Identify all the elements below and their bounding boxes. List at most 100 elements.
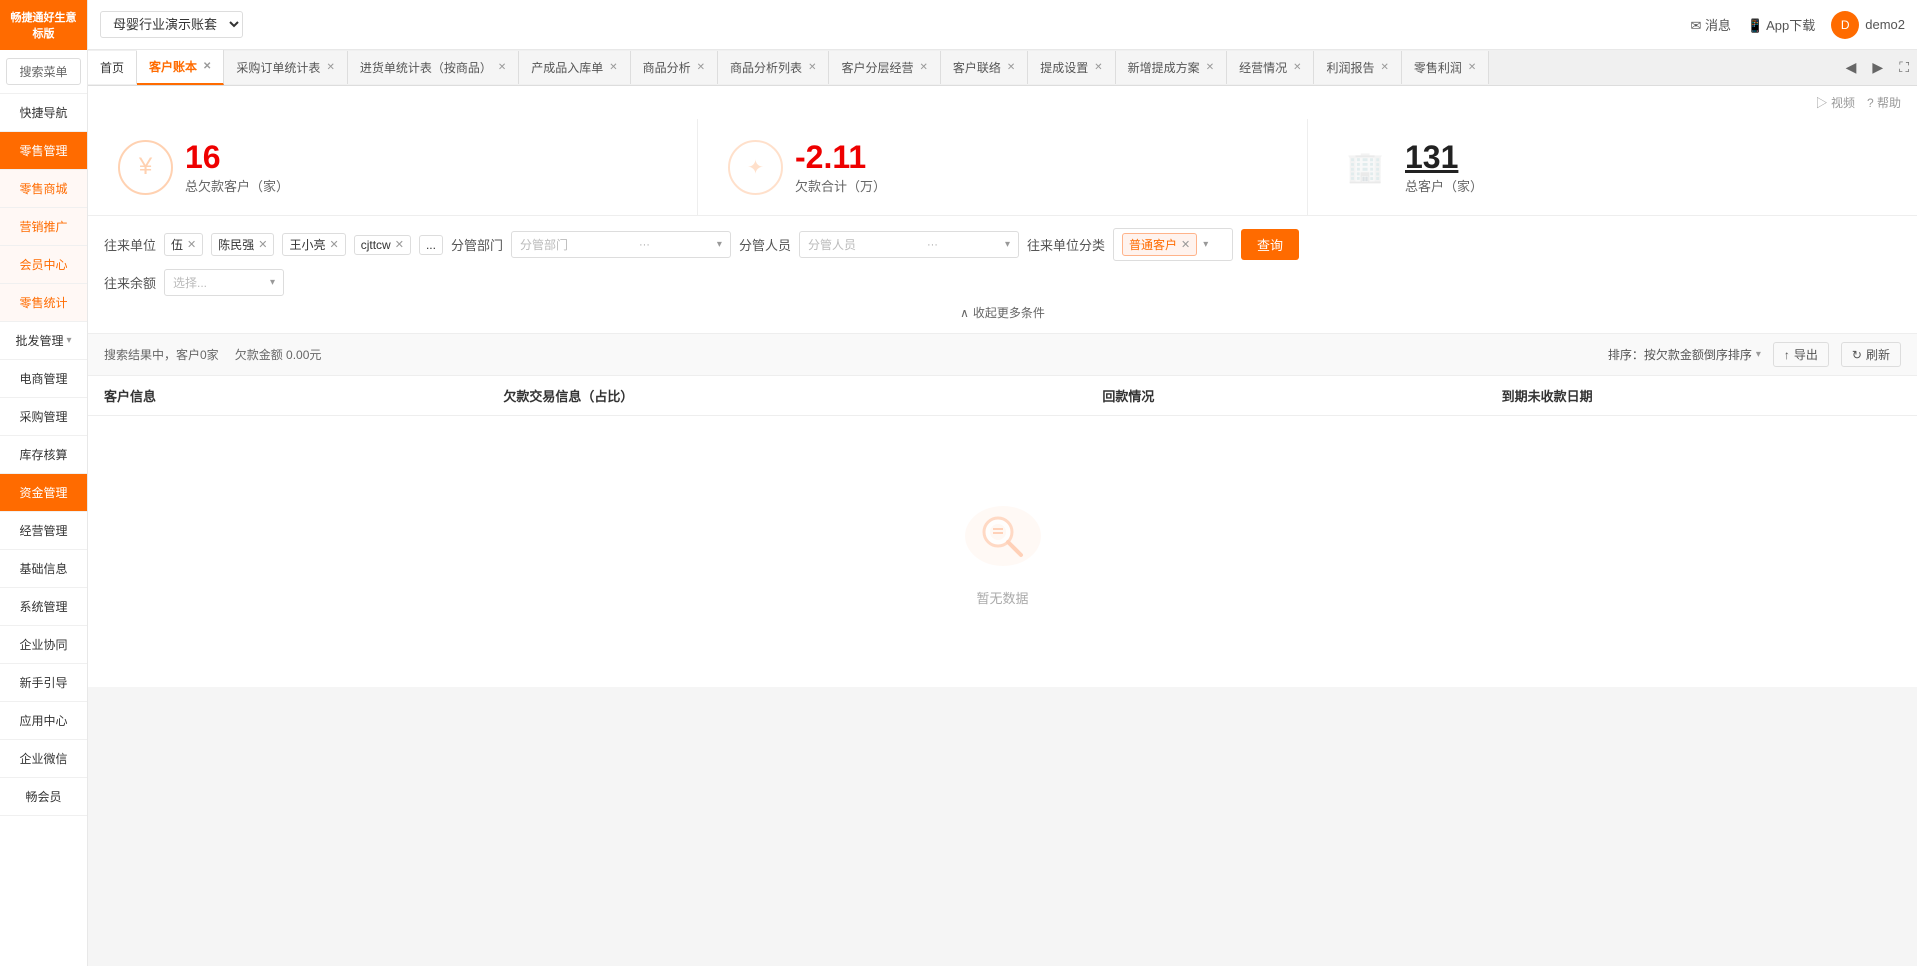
filter-tag-unit1[interactable]: 伍 ✕ xyxy=(164,233,203,256)
collapse-button[interactable]: ∧ 收起更多条件 xyxy=(104,304,1901,321)
sidebar-search[interactable]: 搜索菜单 xyxy=(0,50,87,94)
sidebar-item-marketing[interactable]: 营销推广 xyxy=(0,208,87,246)
tab-close-icon[interactable]: ✕ xyxy=(203,61,211,72)
refresh-button[interactable]: ↻ 刷新 xyxy=(1841,342,1901,367)
account-selector[interactable]: 母婴行业演示账套 xyxy=(100,11,243,38)
tab-close-icon[interactable]: ✕ xyxy=(1206,62,1214,73)
tab-customer-layer[interactable]: 客户分层经营 ✕ xyxy=(829,51,940,84)
tab-close-icon[interactable]: ✕ xyxy=(326,62,334,73)
card-credit-amount: ✦ -2.11 欠款合计（万） xyxy=(698,119,1308,215)
balance-placeholder: 选择... xyxy=(173,274,207,291)
tabs-expand[interactable]: ⛶ xyxy=(1891,53,1917,82)
sidebar-item-label: 新手引导 xyxy=(19,676,67,690)
filter-row-2: 往来余额 选择... ▾ xyxy=(104,269,1901,296)
help-label: 帮助 xyxy=(1877,96,1901,110)
sidebar-item-enterprise[interactable]: 企业协同 xyxy=(0,626,87,664)
query-button[interactable]: 查询 xyxy=(1241,229,1299,260)
tab-close-icon[interactable]: ✕ xyxy=(919,62,927,73)
tab-close-icon[interactable]: ✕ xyxy=(1381,62,1389,73)
col-credit-info: 欠款交易信息（占比） xyxy=(503,386,1102,405)
tabs-scroll-left[interactable]: ◀ xyxy=(1838,53,1865,82)
remove-tag-icon[interactable]: ✕ xyxy=(187,238,196,251)
tab-product-analysis-list[interactable]: 商品分析列表 ✕ xyxy=(718,51,829,84)
person-select[interactable]: 分管人员 ··· ▾ xyxy=(799,231,1019,258)
sidebar-item-new-guide[interactable]: 新手引导 xyxy=(0,664,87,702)
sidebar-item-wholesale-mgmt[interactable]: 批发管理 ▾ xyxy=(0,322,87,360)
sidebar-item-label: 电商管理 xyxy=(19,372,67,386)
tab-product-analysis[interactable]: 商品分析 ✕ xyxy=(631,51,718,84)
app-download-link[interactable]: 📱 App下载 xyxy=(1747,15,1815,34)
tag-text: 陈民强 xyxy=(218,236,254,253)
filter-row-1: 往来单位 伍 ✕ 陈民强 ✕ 王小亮 ✕ cjttcw xyxy=(104,228,1901,261)
sidebar-item-app-center[interactable]: 应用中心 xyxy=(0,702,87,740)
dept-filter-label: 分管部门 xyxy=(451,235,503,254)
tab-retail-profit[interactable]: 零售利润 ✕ xyxy=(1402,51,1489,84)
tab-product-inbound[interactable]: 产成品入库单 ✕ xyxy=(519,51,630,84)
tab-ops-status[interactable]: 经营情况 ✕ xyxy=(1227,51,1314,84)
chevron-down-icon: ▾ xyxy=(1005,239,1010,250)
user-profile[interactable]: D demo2 xyxy=(1831,11,1905,39)
remove-tag-icon[interactable]: ✕ xyxy=(330,238,339,251)
question-icon: ? xyxy=(1867,96,1877,110)
sidebar-item-ops-mgmt[interactable]: 经营管理 xyxy=(0,512,87,550)
tab-raise-settings[interactable]: 提成设置 ✕ xyxy=(1028,51,1115,84)
logo-text-line1: 畅捷通好生意 xyxy=(11,9,77,25)
filter-tag-more[interactable]: ... xyxy=(419,235,443,255)
tab-close-icon[interactable]: ✕ xyxy=(498,62,506,73)
sidebar-item-ecommerce[interactable]: 电商管理 xyxy=(0,360,87,398)
tab-close-icon[interactable]: ✕ xyxy=(609,62,617,73)
tab-new-raise-plan[interactable]: 新增提成方案 ✕ xyxy=(1116,51,1227,84)
tab-home[interactable]: 首页 xyxy=(88,51,137,84)
export-button[interactable]: ↑ 导出 xyxy=(1773,342,1829,367)
sidebar-item-inventory[interactable]: 库存核算 xyxy=(0,436,87,474)
sort-select[interactable]: 排序：按欠款金额倒序排序 ▾ xyxy=(1608,346,1761,363)
tab-close-icon[interactable]: ✕ xyxy=(1468,62,1476,73)
tabs-scroll-right[interactable]: ▶ xyxy=(1864,53,1891,82)
play-icon: ▷ xyxy=(1816,96,1831,110)
sidebar-item-vip[interactable]: 畅会员 xyxy=(0,778,87,816)
export-label: 导出 xyxy=(1794,346,1818,363)
tab-label: 利润报告 xyxy=(1326,59,1374,76)
sidebar-item-member[interactable]: 会员中心 xyxy=(0,246,87,284)
sidebar-item-retail-mgmt[interactable]: 零售管理 xyxy=(0,132,87,170)
sidebar-item-quick-nav[interactable]: 快捷导航 xyxy=(0,94,87,132)
sidebar-item-finance[interactable]: 资金管理 xyxy=(0,474,87,512)
search-menu-button[interactable]: 搜索菜单 xyxy=(6,58,81,85)
video-help-link[interactable]: ▷ 视频 xyxy=(1816,94,1855,111)
message-link[interactable]: ✉ 消息 xyxy=(1690,15,1731,34)
sidebar-item-wechat[interactable]: 企业微信 xyxy=(0,740,87,778)
col-customer-info: 客户信息 xyxy=(104,386,503,405)
tab-customer-contact[interactable]: 客户联络 ✕ xyxy=(941,51,1028,84)
search-result-text: 搜索结果中，客户0家 xyxy=(104,346,219,363)
tab-label: 商品分析 xyxy=(643,59,691,76)
remove-tag-icon[interactable]: ✕ xyxy=(395,238,404,251)
logo-text-line2: 标版 xyxy=(33,25,55,41)
sidebar-item-retail-mall[interactable]: 零售商城 xyxy=(0,170,87,208)
sidebar-item-retail-stats[interactable]: 零售统计 xyxy=(0,284,87,322)
classify-tag[interactable]: 普通客户 ✕ xyxy=(1122,233,1197,256)
help-link[interactable]: ? 帮助 xyxy=(1867,94,1901,111)
tab-close-icon[interactable]: ✕ xyxy=(1293,62,1301,73)
person-filter-label: 分管人员 xyxy=(739,235,791,254)
sidebar-item-basic-info[interactable]: 基础信息 xyxy=(0,550,87,588)
app-logo: 畅捷通好生意 标版 xyxy=(0,0,87,50)
tab-purchase-order-stats[interactable]: 采购订单统计表 ✕ xyxy=(224,51,347,84)
tab-customer-book[interactable]: 客户账本 ✕ xyxy=(137,50,224,85)
filter-tag-unit2[interactable]: 陈民强 ✕ xyxy=(211,233,274,256)
tab-close-icon[interactable]: ✕ xyxy=(1094,62,1102,73)
filter-tag-unit3[interactable]: 王小亮 ✕ xyxy=(282,233,345,256)
tab-profit-report[interactable]: 利润报告 ✕ xyxy=(1314,51,1401,84)
tab-close-icon[interactable]: ✕ xyxy=(697,62,705,73)
filter-tag-unit4[interactable]: cjttcw ✕ xyxy=(354,235,411,255)
sidebar-item-sys-mgmt[interactable]: 系统管理 xyxy=(0,588,87,626)
tab-close-icon[interactable]: ✕ xyxy=(808,62,816,73)
remove-classify-icon[interactable]: ✕ xyxy=(1181,238,1190,251)
unit-classify-select[interactable]: 普通客户 ✕ ▾ xyxy=(1113,228,1233,261)
remove-tag-icon[interactable]: ✕ xyxy=(258,238,267,251)
chevron-down-icon: ▾ xyxy=(1756,349,1761,360)
tab-close-icon[interactable]: ✕ xyxy=(1007,62,1015,73)
dept-select[interactable]: 分管部门 ··· ▾ xyxy=(511,231,731,258)
balance-select[interactable]: 选择... ▾ xyxy=(164,269,284,296)
tab-purchase-stats-by-product[interactable]: 进货单统计表（按商品） ✕ xyxy=(348,51,519,84)
sidebar-item-purchase-mgmt[interactable]: 采购管理 xyxy=(0,398,87,436)
